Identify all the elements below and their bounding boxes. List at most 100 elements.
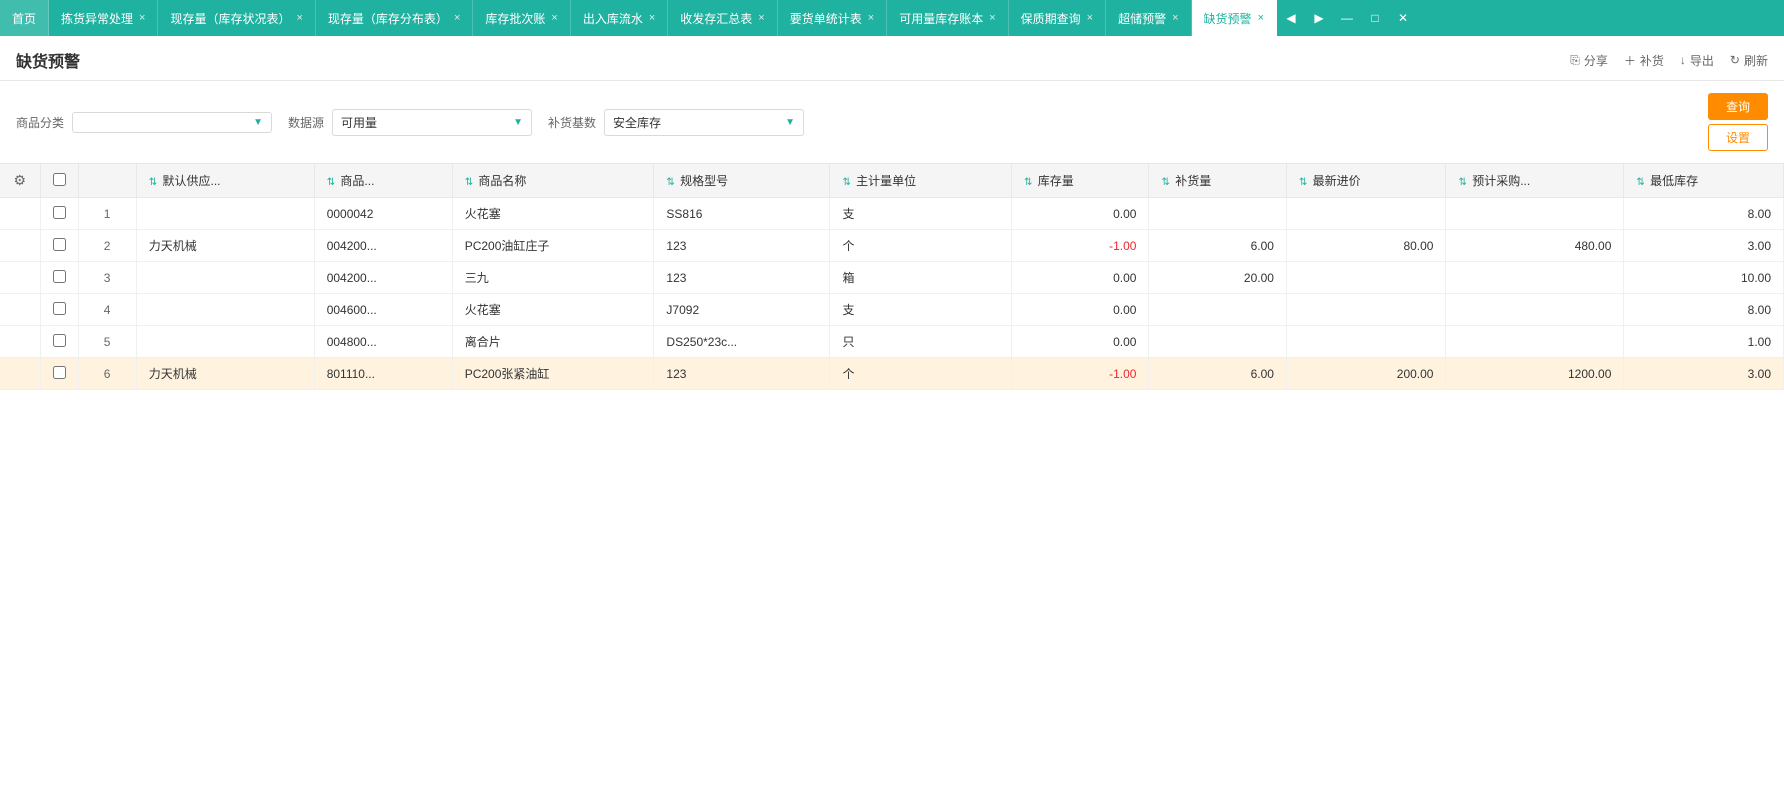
table-row[interactable]: 2 力天机械 004200... PC200油缸庄子 123 个 -1.00 6… (0, 230, 1784, 262)
th-stock[interactable]: ⇅ 库存量 (1012, 164, 1149, 198)
export-button[interactable]: ↓ 导出 (1680, 52, 1714, 69)
row-replenish-qty-cell: 20.00 (1149, 262, 1286, 294)
close-tab-2[interactable]: × (296, 12, 302, 24)
row-stock-cell: 0.00 (1012, 326, 1149, 358)
row-spec-cell: DS250*23c... (654, 326, 830, 358)
select-all-checkbox[interactable] (53, 173, 66, 186)
query-button[interactable]: 查询 (1708, 93, 1768, 120)
table-row[interactable]: 4 004600... 火花塞 J7092 支 0.00 8.00 (0, 294, 1784, 326)
row-checkbox-1[interactable] (53, 238, 66, 251)
sort-stock-icon: ⇅ (1024, 177, 1032, 188)
sort-min-stock-icon: ⇅ (1636, 177, 1644, 188)
tab-next-btn[interactable]: ▶ (1305, 0, 1333, 36)
close-tab-10[interactable]: × (1172, 12, 1178, 24)
category-select[interactable]: ▼ (72, 112, 272, 133)
row-checkbox-4[interactable] (53, 334, 66, 347)
table-row[interactable]: 5 004800... 离合片 DS250*23c... 只 0.00 1.00 (0, 326, 1784, 358)
th-estimated-purchase[interactable]: ⇅ 预计采购... (1446, 164, 1624, 198)
tab-batch-account[interactable]: 库存批次账 × (473, 0, 570, 36)
close-tab-7[interactable]: × (868, 12, 874, 24)
row-estimated-purchase-cell (1446, 262, 1624, 294)
sort-estimated-icon: ⇅ (1458, 177, 1466, 188)
row-num-cell: 2 (78, 230, 136, 262)
replenish-base-select[interactable]: 安全库存 ▼ (604, 109, 804, 136)
row-checkbox-cell[interactable] (40, 294, 78, 326)
close-tab-9[interactable]: × (1087, 12, 1093, 24)
th-latest-price[interactable]: ⇅ 最新进价 (1286, 164, 1446, 198)
tab-summary[interactable]: 收发存汇总表 × (668, 0, 777, 36)
sort-unit-icon: ⇅ (842, 177, 850, 188)
table-row[interactable]: 6 力天机械 801110... PC200张紧油缸 123 个 -1.00 6… (0, 358, 1784, 390)
filter-area: 商品分类 ▼ 数据源 可用量 ▼ 补货基数 安全库存 ▼ 查询 设置 (0, 81, 1784, 164)
share-button[interactable]: ⎘ 分享 (1570, 52, 1608, 69)
close-tab-11[interactable]: × (1258, 12, 1264, 24)
tab-maximize-btn[interactable]: □ (1361, 0, 1389, 36)
row-checkbox-5[interactable] (53, 366, 66, 379)
tab-home[interactable]: 首页 (0, 0, 49, 36)
row-unit-cell: 箱 (830, 262, 1012, 294)
row-code-cell: 004600... (314, 294, 452, 326)
th-unit[interactable]: ⇅ 主计量单位 (830, 164, 1012, 198)
row-min-stock-cell: 1.00 (1624, 326, 1784, 358)
close-tab-5[interactable]: × (649, 12, 655, 24)
row-checkbox-2[interactable] (53, 270, 66, 283)
table-body: 1 0000042 火花塞 SS816 支 0.00 8.00 2 力天机械 0… (0, 198, 1784, 390)
tab-minimize-btn[interactable]: — (1333, 0, 1361, 36)
table-row[interactable]: 3 004200... 三九 123 箱 0.00 20.00 10.00 (0, 262, 1784, 294)
share-icon: ⎘ (1570, 53, 1580, 68)
sort-name-icon: ⇅ (465, 177, 473, 188)
tab-shortage[interactable]: 缺货预警 × (1192, 0, 1277, 36)
close-tab-3[interactable]: × (454, 12, 460, 24)
row-checkbox-cell[interactable] (40, 262, 78, 294)
th-checkbox[interactable] (40, 164, 78, 198)
row-checkbox-3[interactable] (53, 302, 66, 315)
tab-pick-exception[interactable]: 拣货异常处理 × (49, 0, 158, 36)
tab-inventory-dist[interactable]: 现存量（库存分布表） × (316, 0, 473, 36)
header-actions: ⎘ 分享 ＋ 补货 ↓ 导出 ↻ 刷新 (1570, 52, 1768, 69)
gear-icon[interactable]: ⚙ (13, 172, 26, 188)
refresh-button[interactable]: ↻ 刷新 (1730, 52, 1768, 69)
tab-expiry[interactable]: 保质期查询 × (1009, 0, 1106, 36)
row-unit-cell: 个 (830, 358, 1012, 390)
row-num-cell: 6 (78, 358, 136, 390)
setting-button[interactable]: 设置 (1708, 124, 1768, 151)
close-tab-1[interactable]: × (139, 12, 145, 24)
page-title: 缺货预警 (16, 48, 80, 72)
tab-inout-flow[interactable]: 出入库流水 × (571, 0, 668, 36)
row-num-cell: 5 (78, 326, 136, 358)
replenish-base-label: 补货基数 (548, 114, 596, 131)
close-tab-8[interactable]: × (989, 12, 995, 24)
data-table: ⚙ ⇅ 默认供应... ⇅ 商品... ⇅ (0, 164, 1784, 390)
th-gear[interactable]: ⚙ (0, 164, 40, 198)
th-product-name[interactable]: ⇅ 商品名称 (452, 164, 654, 198)
row-spec-cell: SS816 (654, 198, 830, 230)
tab-prev-btn[interactable]: ◀ (1277, 0, 1305, 36)
row-checkbox-0[interactable] (53, 206, 66, 219)
th-default-supplier[interactable]: ⇅ 默认供应... (136, 164, 314, 198)
tab-overstock[interactable]: 超储预警 × (1106, 0, 1191, 36)
close-tab-4[interactable]: × (551, 12, 557, 24)
th-spec[interactable]: ⇅ 规格型号 (654, 164, 830, 198)
tab-available-ledger[interactable]: 可用量库存账本 × (887, 0, 1008, 36)
row-checkbox-cell[interactable] (40, 358, 78, 390)
replenish-icon: ＋ (1624, 52, 1636, 69)
row-checkbox-cell[interactable] (40, 326, 78, 358)
tab-inventory-status[interactable]: 现存量（库存状况表） × (158, 0, 315, 36)
th-replenish-qty[interactable]: ⇅ 补货量 (1149, 164, 1286, 198)
th-min-stock[interactable]: ⇅ 最低库存 (1624, 164, 1784, 198)
row-name-cell: PC200油缸庄子 (452, 230, 654, 262)
row-checkbox-cell[interactable] (40, 230, 78, 262)
datasource-filter-group: 数据源 可用量 ▼ (288, 109, 532, 136)
tab-demand[interactable]: 要货单统计表 × (778, 0, 887, 36)
row-checkbox-cell[interactable] (40, 198, 78, 230)
category-arrow-icon: ▼ (253, 117, 263, 128)
tab-close-win-btn[interactable]: ✕ (1389, 0, 1417, 36)
sort-supplier-icon: ⇅ (149, 177, 157, 188)
table-row[interactable]: 1 0000042 火花塞 SS816 支 0.00 8.00 (0, 198, 1784, 230)
datasource-select[interactable]: 可用量 ▼ (332, 109, 532, 136)
close-tab-6[interactable]: × (758, 12, 764, 24)
row-num-cell: 4 (78, 294, 136, 326)
th-product-code[interactable]: ⇅ 商品... (314, 164, 452, 198)
row-stock-cell: 0.00 (1012, 294, 1149, 326)
replenish-button[interactable]: ＋ 补货 (1624, 52, 1664, 69)
